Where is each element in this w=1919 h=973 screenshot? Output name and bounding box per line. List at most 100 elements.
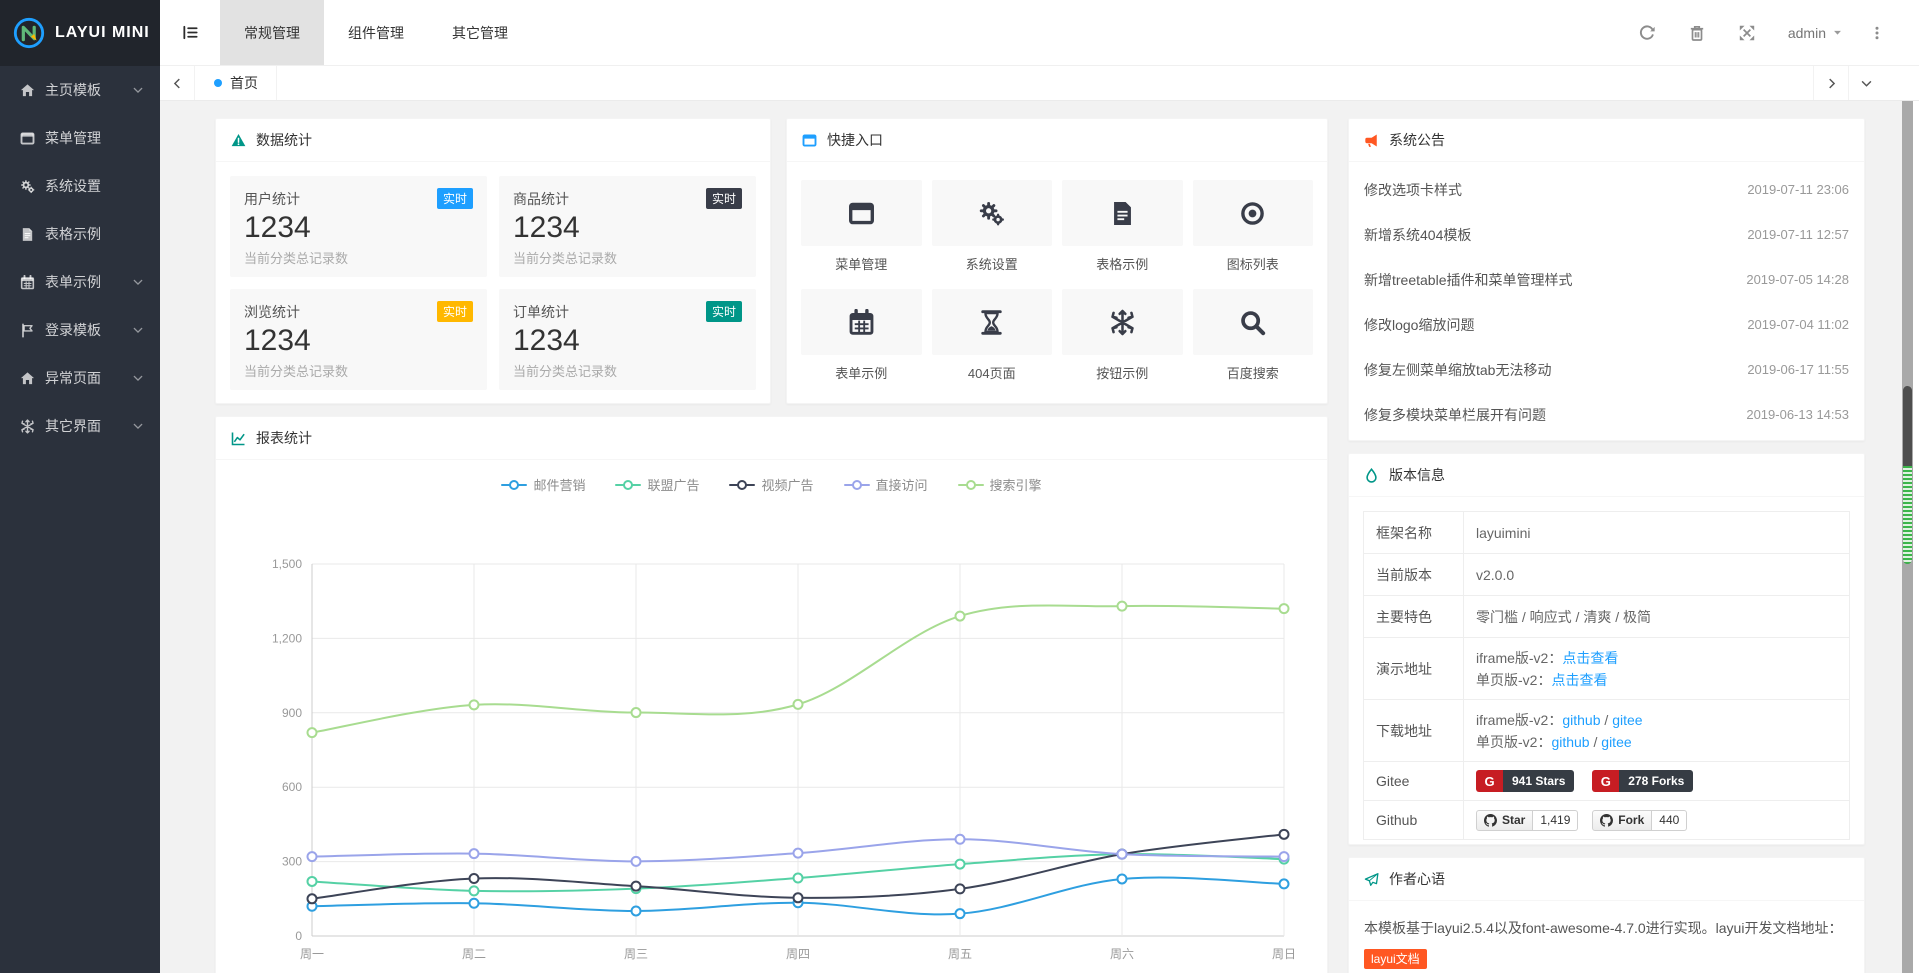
line-chart-icon (231, 431, 246, 446)
sidebar-item-label: 菜单管理 (45, 128, 101, 148)
notice-date: 2019-07-11 23:06 (1747, 182, 1849, 197)
sidebar-item-1[interactable]: 菜单管理 (0, 114, 160, 162)
quick-entry-7[interactable]: 百度搜索 (1193, 289, 1314, 382)
framework-name: layuimini (1464, 512, 1850, 554)
github-fork-badge[interactable]: Fork440 (1592, 810, 1687, 831)
main-features: 零门槛 / 响应式 / 清爽 / 极简 (1464, 596, 1850, 638)
download-line-prefix: 单页版-v2： (1476, 734, 1551, 750)
github-star-badge[interactable]: Star1,419 (1476, 810, 1578, 831)
row-label: Gitee (1364, 762, 1464, 801)
legend-item-4[interactable]: 搜索引擎 (958, 475, 1042, 494)
refresh-icon[interactable] (1638, 24, 1656, 42)
chevron-down-icon (132, 420, 144, 432)
user-menu[interactable]: admin (1788, 25, 1843, 41)
stat-card-3: 订单统计实时1234当前分类总记录数 (499, 289, 756, 390)
chevron-down-icon (132, 324, 144, 336)
quick-entry-5[interactable]: 404页面 (932, 289, 1053, 382)
stat-card-title: 商品统计 (513, 189, 569, 209)
chart-legend: 邮件营销 联盟广告 视频广告 直接访问 搜索引擎 (216, 475, 1327, 494)
notice-item-0: 修改选项卡样式2019-07-11 23:06 (1364, 167, 1849, 212)
legend-item-1[interactable]: 联盟广告 (615, 475, 699, 494)
header-nav-tab-0[interactable]: 常规管理 (220, 0, 324, 65)
quick-entry-4[interactable]: 表单示例 (801, 289, 922, 382)
sidebar-item-2[interactable]: 系统设置 (0, 162, 160, 210)
tabs-scroll-right-button[interactable] (1813, 66, 1848, 100)
realtime-badge: 实时 (437, 188, 473, 209)
download-gitee-link[interactable]: gitee (1601, 734, 1631, 750)
demo-link-spa[interactable]: 点击查看 (1551, 672, 1607, 688)
app-title: LAYUI MINI (55, 24, 150, 42)
current-version: v2.0.0 (1464, 554, 1850, 596)
notice-text: 修复多模块菜单栏展开有问题 (1364, 405, 1546, 425)
sidebar-item-6[interactable]: 异常页面 (0, 354, 160, 402)
sidebar-item-3[interactable]: 表格示例 (0, 210, 160, 258)
header-nav-tab-2[interactable]: 其它管理 (428, 0, 532, 65)
tab-home[interactable]: 首页 (196, 66, 277, 100)
panel-title: 数据统计 (256, 130, 312, 150)
sidebar-item-5[interactable]: 登录模板 (0, 306, 160, 354)
svg-text:周五: 周五 (948, 947, 972, 961)
quick-entry-label: 菜单管理 (801, 254, 922, 273)
sidebar-item-7[interactable]: 其它界面 (0, 402, 160, 450)
header-nav-tab-1[interactable]: 组件管理 (324, 0, 428, 65)
stat-card-1: 商品统计实时1234当前分类总记录数 (499, 176, 756, 277)
nav-tab-label: 组件管理 (348, 23, 404, 43)
scrollbar-thumb[interactable] (1903, 386, 1912, 564)
legend-item-0[interactable]: 邮件营销 (501, 475, 585, 494)
panel-version-info: 版本信息 框架名称 layuimini 当前版本 v2.0.0 主要特色 零门槛… (1348, 453, 1865, 845)
notice-date: 2019-07-04 11:02 (1747, 317, 1849, 332)
quick-entry-1[interactable]: 系统设置 (932, 180, 1053, 273)
octocat-icon (1600, 814, 1613, 827)
collapse-sidebar-button[interactable] (160, 0, 220, 65)
notice-list: 修改选项卡样式2019-07-11 23:06 新增系统404模板 2019-07-… (1349, 162, 1864, 437)
file-icon (20, 227, 35, 242)
download-github-link[interactable]: github (1551, 734, 1589, 750)
tabs-scroll-left-button[interactable] (160, 66, 195, 100)
legend-item-2[interactable]: 视频广告 (729, 475, 813, 494)
link-separator: / (1590, 734, 1602, 750)
version-table: 框架名称 layuimini 当前版本 v2.0.0 主要特色 零门槛 / 响应… (1363, 511, 1850, 840)
sidebar-item-0[interactable]: 主页模板 (0, 66, 160, 114)
layui-doc-badge[interactable]: layui文档 (1364, 949, 1427, 969)
tabs-more-button[interactable] (1848, 66, 1883, 100)
gitee-stars-count: 941 Stars (1503, 770, 1574, 792)
gitee-stars-badge[interactable]: G941 Stars (1476, 770, 1574, 792)
notice-text: 修复左侧菜单缩放tab无法移动 (1364, 360, 1551, 380)
trash-icon[interactable] (1688, 24, 1706, 42)
stat-card-subtitle: 当前分类总记录数 (244, 248, 473, 267)
notice-text: 新增系统404模板 (1364, 225, 1471, 245)
svg-text:周三: 周三 (624, 947, 648, 961)
caret-down-icon (1832, 27, 1843, 38)
stat-card-title: 订单统计 (513, 302, 569, 322)
window-icon (802, 133, 817, 148)
quick-entry-label: 表格示例 (1062, 254, 1183, 273)
tab-home-label: 首页 (230, 73, 258, 93)
sidebar-item-4[interactable]: 表单示例 (0, 258, 160, 306)
legend-item-3[interactable]: 直接访问 (844, 475, 928, 494)
svg-text:300: 300 (282, 855, 302, 869)
demo-link-iframe[interactable]: 点击查看 (1562, 650, 1618, 666)
download-github-link[interactable]: github (1562, 712, 1600, 728)
megaphone-icon (1364, 133, 1379, 148)
quick-entry-0[interactable]: 菜单管理 (801, 180, 922, 273)
chevron-down-icon (132, 276, 144, 288)
main-content: 数据统计 用户统计实时1234当前分类总记录数商品统计实时1234当前分类总记录… (160, 101, 1913, 973)
realtime-badge: 实时 (437, 301, 473, 322)
quick-entry-6[interactable]: 按钮示例 (1062, 289, 1183, 382)
quick-entry-2[interactable]: 表格示例 (1062, 180, 1183, 273)
stat-card-subtitle: 当前分类总记录数 (513, 361, 742, 380)
stat-card-0: 用户统计实时1234当前分类总记录数 (230, 176, 487, 277)
quick-entry-label: 图标列表 (1193, 254, 1314, 273)
gitee-forks-badge[interactable]: G278 Forks (1592, 770, 1693, 792)
dot-circle-icon (1239, 200, 1266, 227)
quick-entry-3[interactable]: 图标列表 (1193, 180, 1314, 273)
chevron-down-icon (132, 84, 144, 96)
svg-text:1,200: 1,200 (272, 631, 302, 645)
more-options-icon[interactable] (1869, 25, 1885, 41)
scrollbar-track[interactable] (1902, 101, 1913, 973)
fullscreen-icon[interactable] (1738, 24, 1756, 42)
svg-text:1,500: 1,500 (272, 557, 302, 571)
github-star-count: 1,419 (1533, 810, 1578, 831)
download-gitee-link[interactable]: gitee (1612, 712, 1642, 728)
layui-logo-icon (12, 16, 46, 50)
